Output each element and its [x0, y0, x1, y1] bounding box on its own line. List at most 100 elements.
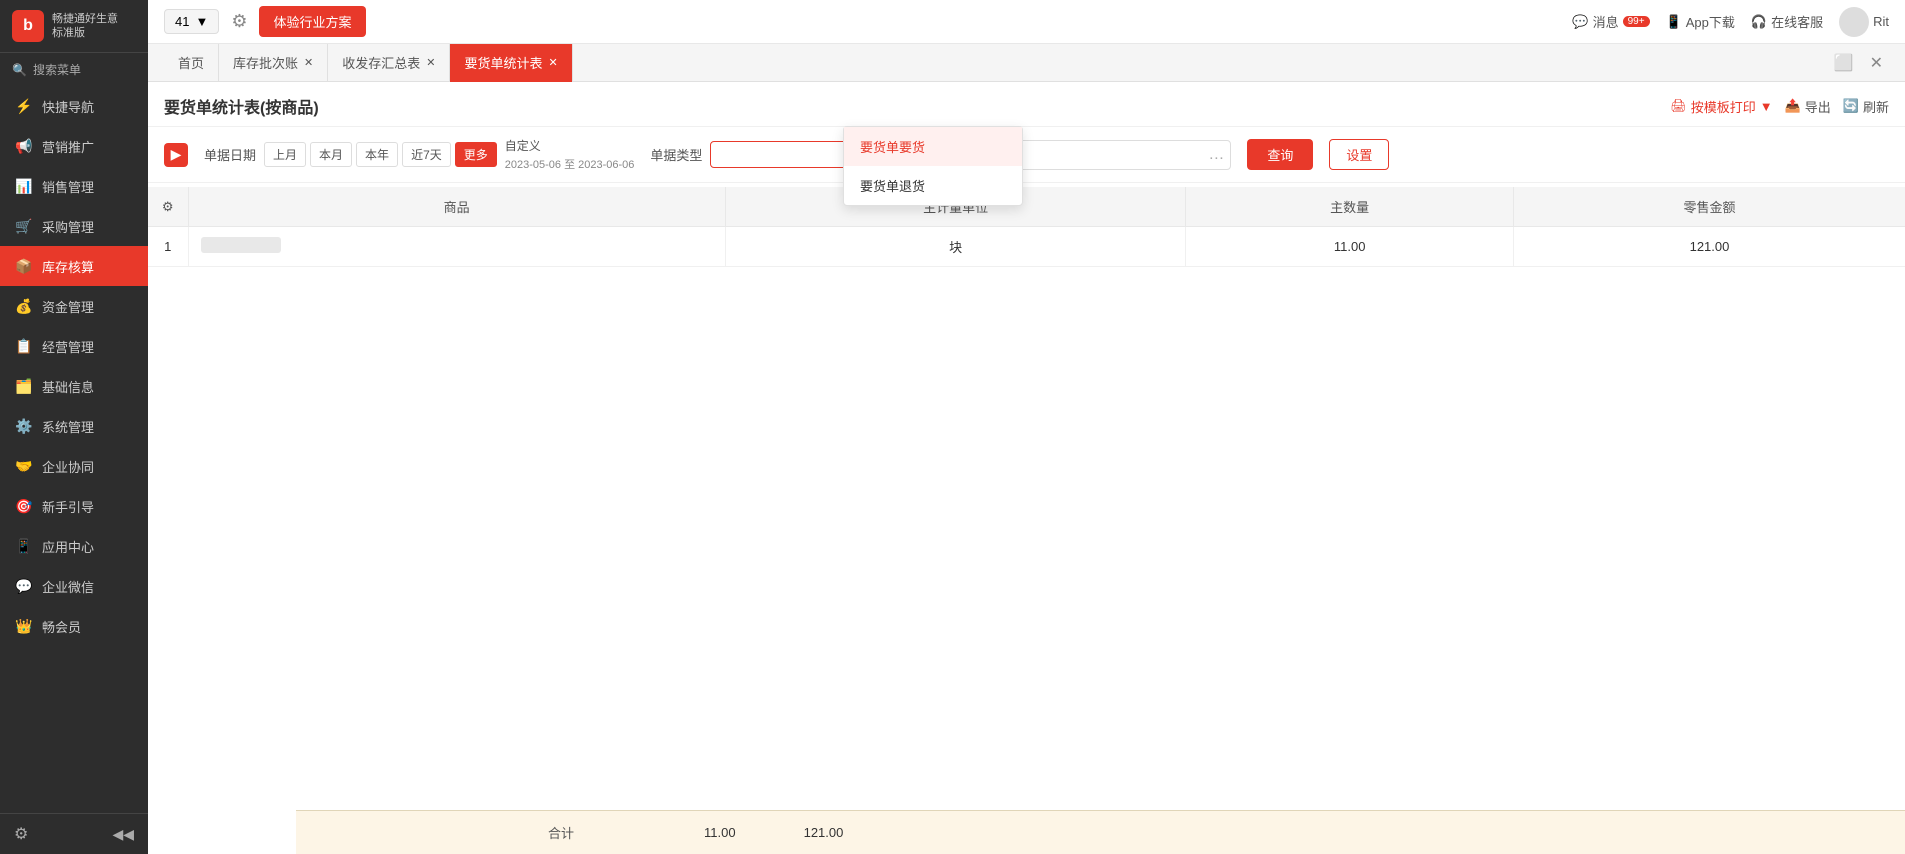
sidebar-item-label: 应用中心 [42, 537, 94, 556]
tab-receive-summary[interactable]: 收发存汇总表 ✕ [328, 44, 450, 82]
messages-label: 消息 [1593, 12, 1619, 31]
sidebar-bottom: ⚙ ◀◀ [0, 813, 148, 854]
guide-icon: 🎯 [14, 496, 34, 516]
table-footer: 合计 11.00 121.00 [296, 810, 1905, 854]
sidebar-item-finance[interactable]: 💰 资金管理 [0, 286, 148, 326]
tab-close-all-icon[interactable]: ✕ [1864, 53, 1889, 73]
row-qty: 11.00 [1186, 227, 1514, 267]
content-actions: 🖨 按模板打印 ▼ 📤 导出 🔄 刷新 [1670, 97, 1889, 116]
type-dropdown-menu: 要货单要货 要货单退货 [843, 126, 1023, 206]
date-btn-more[interactable]: 更多 [455, 142, 497, 167]
sidebar-item-sales[interactable]: 📊 销售管理 [0, 166, 148, 206]
page-title: 要货单统计表(按商品) [164, 94, 319, 118]
service-item[interactable]: 🎧 在线客服 [1751, 12, 1823, 31]
tab-receive-summary-close[interactable]: ✕ [426, 56, 435, 69]
service-icon: 🎧 [1751, 14, 1767, 30]
inventory-icon: 📦 [14, 256, 34, 276]
tab-expand-icon[interactable]: ⬜ [1828, 53, 1860, 73]
tabs-bar: 首页 库存批次账 ✕ 收发存汇总表 ✕ 要货单统计表 ✕ ⬜ ✕ [148, 44, 1905, 82]
date-btn-this-year[interactable]: 本年 [356, 142, 398, 167]
topbar-gear-icon[interactable]: ⚙ [231, 11, 247, 32]
messages-item[interactable]: 💬 消息 99+ [1572, 12, 1649, 31]
sidebar-collapse-icon[interactable]: ◀◀ [112, 826, 134, 843]
tab-home[interactable]: 首页 [164, 44, 219, 82]
dropdown-item-order[interactable]: 要货单要货 [844, 127, 1022, 166]
member-icon: 👑 [14, 616, 34, 636]
tab-order-stats-label: 要货单统计表 [464, 53, 542, 72]
sidebar-item-label: 库存核算 [42, 257, 94, 276]
warehouse-select-wrapper: … [1009, 140, 1231, 170]
data-table: ⚙ 商品 主计量单位 主数量 零售金额 1 块 11.00 [148, 187, 1905, 267]
dropdown-item-return[interactable]: 要货单退货 [844, 166, 1022, 205]
industry-btn[interactable]: 体验行业方案 [259, 6, 365, 37]
sidebar-search[interactable]: 🔍 搜索菜单 [0, 53, 148, 86]
basic-icon: 🗂️ [14, 376, 34, 396]
export-btn[interactable]: 📤 导出 [1785, 97, 1831, 116]
table-col-amount: 零售金额 [1513, 187, 1905, 227]
user-name: Rit [1873, 14, 1889, 29]
content-area: 要货单统计表(按商品) 🖨 按模板打印 ▼ 📤 导出 🔄 刷新 ▶ [148, 82, 1905, 854]
sidebar: b 畅捷通好生意 标准版 🔍 搜索菜单 ⚡ 快捷导航 📢 营销推广 📊 销售管理… [0, 0, 148, 854]
table-col-settings[interactable]: ⚙ [148, 187, 188, 227]
date-filter-group: 单据日期 上月 本月 本年 近7天 更多 自定义 2023-05-06 至 20… [204, 137, 634, 172]
footer-label: 合计 [548, 823, 574, 842]
row-product [188, 227, 725, 267]
store-selector[interactable]: 41 ▼ [164, 9, 219, 34]
custom-date-label: 自定义 [505, 139, 541, 153]
tab-inventory-batch-close[interactable]: ✕ [304, 56, 313, 69]
table-row: 1 块 11.00 121.00 [148, 227, 1905, 267]
tab-inventory-batch[interactable]: 库存批次账 ✕ [219, 44, 328, 82]
table-gear-icon: ⚙ [162, 199, 174, 214]
app-download-item[interactable]: 📱 App下载 [1666, 12, 1735, 31]
sidebar-item-system[interactable]: ⚙️ 系统管理 [0, 406, 148, 446]
app-download-label: App下载 [1686, 12, 1735, 31]
wechat-icon: 💬 [14, 576, 34, 596]
appstore-icon: 📱 [14, 536, 34, 556]
print-btn[interactable]: 🖨 按模板打印 ▼ [1670, 97, 1772, 116]
sidebar-logo: b 畅捷通好生意 标准版 [0, 0, 148, 53]
warehouse-more-icon[interactable]: … [1202, 141, 1230, 169]
product-placeholder [201, 237, 281, 253]
sidebar-item-appstore[interactable]: 📱 应用中心 [0, 526, 148, 566]
sidebar-settings-icon[interactable]: ⚙ [14, 824, 28, 844]
sidebar-item-guide[interactable]: 🎯 新手引导 [0, 486, 148, 526]
user-avatar-item[interactable]: Rit [1839, 7, 1889, 37]
tab-order-stats-close[interactable]: ✕ [549, 56, 558, 69]
filter-expand-btn[interactable]: ▶ [164, 143, 188, 167]
tab-order-stats[interactable]: 要货单统计表 ✕ [450, 44, 572, 82]
enterprise-icon: 🤝 [14, 456, 34, 476]
sidebar-item-enterprise[interactable]: 🤝 企业协同 [0, 446, 148, 486]
row-unit: 块 [725, 227, 1186, 267]
sidebar-item-wechat[interactable]: 💬 企业微信 [0, 566, 148, 606]
sidebar-item-member[interactable]: 👑 畅会员 [0, 606, 148, 646]
sidebar-item-shortcut[interactable]: ⚡ 快捷导航 [0, 86, 148, 126]
sidebar-item-label: 畅会员 [42, 617, 81, 636]
print-chevron-icon: ▼ [1760, 99, 1773, 114]
messages-icon: 💬 [1572, 14, 1588, 30]
date-btn-this-month[interactable]: 本月 [310, 142, 352, 167]
warehouse-select-input[interactable] [1010, 142, 1202, 167]
tab-inventory-batch-label: 库存批次账 [233, 53, 298, 72]
topbar-right: 💬 消息 99+ 📱 App下载 🎧 在线客服 Rit [1572, 7, 1889, 37]
date-filter-label: 单据日期 [204, 145, 256, 164]
date-btn-last-7days[interactable]: 近7天 [402, 142, 451, 167]
table-col-qty: 主数量 [1186, 187, 1514, 227]
query-btn[interactable]: 查询 [1247, 139, 1313, 170]
date-buttons: 上月 本月 本年 近7天 更多 [264, 142, 497, 167]
system-icon: ⚙️ [14, 416, 34, 436]
filter-settings-btn[interactable]: 设置 [1329, 139, 1389, 170]
operations-icon: 📋 [14, 336, 34, 356]
store-name: 41 [175, 14, 189, 29]
sidebar-item-operations[interactable]: 📋 经营管理 [0, 326, 148, 366]
sidebar-item-marketing[interactable]: 📢 营销推广 [0, 126, 148, 166]
row-seq: 1 [148, 227, 188, 267]
refresh-btn[interactable]: 🔄 刷新 [1843, 97, 1889, 116]
sidebar-item-purchase[interactable]: 🛒 采购管理 [0, 206, 148, 246]
date-btn-last-month[interactable]: 上月 [264, 142, 306, 167]
filter-bar: ▶ 单据日期 上月 本月 本年 近7天 更多 自定义 2023-05-06 至 … [148, 127, 1905, 183]
search-icon: 🔍 [12, 63, 27, 77]
topbar: 41 ▼ ⚙ 体验行业方案 💬 消息 99+ 📱 App下载 🎧 在线客服 [148, 0, 1905, 44]
sidebar-item-basic[interactable]: 🗂️ 基础信息 [0, 366, 148, 406]
sidebar-item-inventory[interactable]: 📦 库存核算 [0, 246, 148, 286]
sidebar-item-label: 新手引导 [42, 497, 94, 516]
